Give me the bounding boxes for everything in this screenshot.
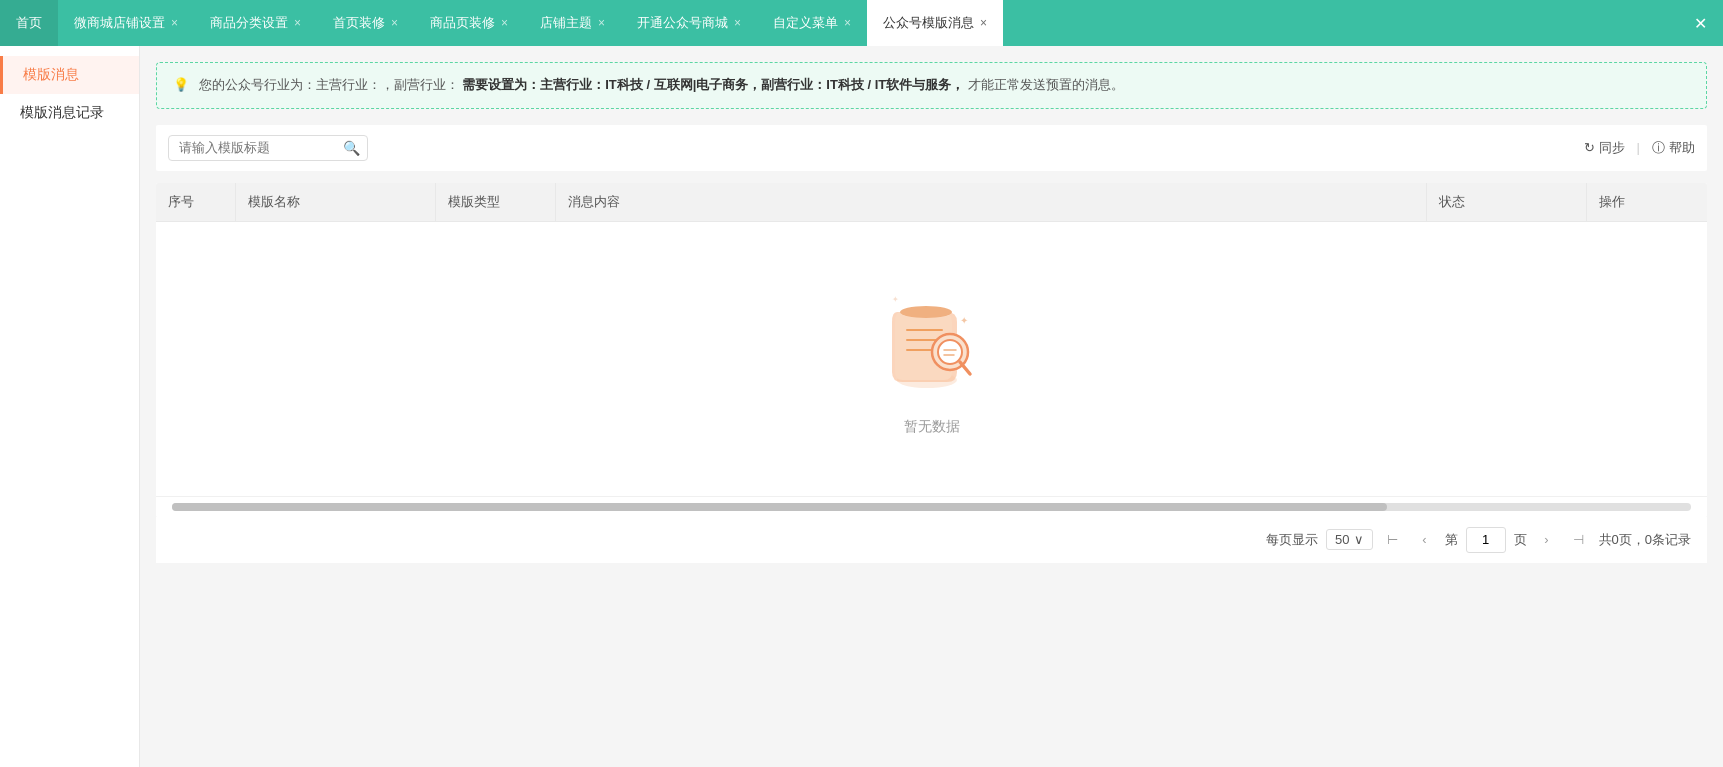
scroll-thumb[interactable] [172, 503, 1387, 511]
col-status: 状态 [1427, 183, 1587, 221]
bulb-icon: 💡 [173, 77, 189, 92]
sync-icon: ↻ [1584, 140, 1595, 155]
sync-button[interactable]: ↻ 同步 [1584, 139, 1625, 157]
close-icon[interactable]: × [734, 16, 741, 30]
nav-home-decor[interactable]: 首页装修 × [317, 0, 414, 46]
sidebar-item-template-message[interactable]: 模版消息 [0, 56, 139, 94]
main-layout: 模版消息 模版消息记录 💡 您的公众号行业为：主营行业：，副营行业： 需要设置为… [0, 46, 1723, 767]
nav-product-decor[interactable]: 商品页装修 × [414, 0, 524, 46]
content-area: 💡 您的公众号行业为：主营行业：，副营行业： 需要设置为：主营行业：IT科技 /… [140, 46, 1723, 767]
help-button[interactable]: ⓘ 帮助 [1652, 139, 1695, 157]
close-icon[interactable]: × [598, 16, 605, 30]
search-input[interactable] [179, 140, 339, 155]
close-icon[interactable]: × [844, 16, 851, 30]
per-page-select[interactable]: 50 ∨ [1326, 529, 1372, 550]
dropdown-icon: ∨ [1354, 532, 1364, 547]
top-navigation: 首页 微商城店铺设置 × 商品分类设置 × 首页装修 × 商品页装修 × 店铺主… [0, 0, 1723, 46]
empty-state: ✦ ✦ 暂无数据 [156, 222, 1707, 496]
close-icon[interactable]: × [980, 16, 987, 30]
close-icon[interactable]: × [171, 16, 178, 30]
close-icon[interactable]: × [391, 16, 398, 30]
empty-illustration: ✦ ✦ [872, 282, 992, 402]
svg-text:✦: ✦ [960, 315, 968, 326]
last-page-button[interactable]: ⊣ [1567, 528, 1591, 552]
sidebar-item-template-message-record[interactable]: 模版消息记录 [0, 94, 139, 132]
col-action: 操作 [1587, 183, 1707, 221]
col-template-type: 模版类型 [436, 183, 556, 221]
first-page-button[interactable]: ⊢ [1381, 528, 1405, 552]
search-actions: ↻ 同步 | ⓘ 帮助 [1584, 139, 1695, 157]
help-icon: ⓘ [1652, 139, 1665, 157]
empty-text: 暂无数据 [904, 418, 960, 436]
search-input-wrap: 🔍 [168, 135, 368, 161]
svg-point-1 [900, 306, 952, 318]
search-bar: 🔍 ↻ 同步 | ⓘ 帮助 [156, 125, 1707, 171]
table-header: 序号 模版名称 模版类型 消息内容 状态 操作 [156, 183, 1707, 222]
page-label: 第 [1445, 531, 1458, 549]
col-index: 序号 [156, 183, 236, 221]
sidebar: 模版消息 模版消息记录 [0, 46, 140, 767]
nav-custom-menu[interactable]: 自定义菜单 × [757, 0, 867, 46]
svg-point-6 [938, 340, 962, 364]
search-icon[interactable]: 🔍 [343, 140, 360, 156]
nav-wsc-store[interactable]: 微商城店铺设置 × [58, 0, 194, 46]
divider: | [1637, 140, 1640, 155]
svg-text:✦: ✦ [892, 295, 899, 304]
pagination: 每页显示 50 ∨ ⊢ ‹ 第 页 › ⊣ 共0页，0条记录 [156, 517, 1707, 563]
col-template-name: 模版名称 [236, 183, 436, 221]
scroll-track [172, 503, 1691, 511]
nav-wechat-mall[interactable]: 开通公众号商城 × [621, 0, 757, 46]
scrollbar-area[interactable] [156, 496, 1707, 517]
nav-product-category[interactable]: 商品分类设置 × [194, 0, 317, 46]
nav-template-message[interactable]: 公众号模版消息 × [867, 0, 1003, 46]
per-page-label: 每页显示 [1266, 531, 1318, 549]
info-box: 💡 您的公众号行业为：主营行业：，副营行业： 需要设置为：主营行业：IT科技 /… [156, 62, 1707, 109]
close-all-tabs-button[interactable]: ✕ [1678, 0, 1723, 46]
close-icon[interactable]: × [501, 16, 508, 30]
col-message-content: 消息内容 [556, 183, 1427, 221]
next-page-button[interactable]: › [1535, 528, 1559, 552]
nav-store-theme[interactable]: 店铺主题 × [524, 0, 621, 46]
total-records-label: 共0页，0条记录 [1599, 531, 1691, 549]
page-unit: 页 [1514, 531, 1527, 549]
data-table: 序号 模版名称 模版类型 消息内容 状态 操作 [156, 183, 1707, 517]
page-number-input[interactable] [1466, 527, 1506, 553]
close-icon[interactable]: × [294, 16, 301, 30]
prev-page-button[interactable]: ‹ [1413, 528, 1437, 552]
close-all-icon: ✕ [1694, 14, 1707, 33]
nav-home[interactable]: 首页 [0, 0, 58, 46]
